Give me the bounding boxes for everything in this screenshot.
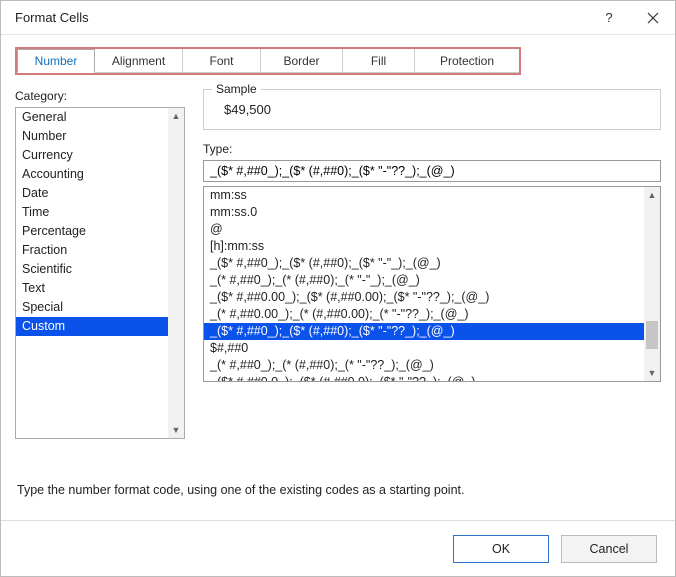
type-item[interactable]: _(* #,##0.00_);_(* (#,##0.00);_(* "-"??_… bbox=[204, 306, 644, 323]
scroll-down-icon[interactable]: ▼ bbox=[168, 422, 184, 438]
category-panel: Category: General Number Currency Accoun… bbox=[15, 89, 185, 439]
tab-alignment[interactable]: Alignment bbox=[95, 49, 183, 73]
type-listbox[interactable]: mm:ss mm:ss.0 @ [h]:mm:ss _($* #,##0_);_… bbox=[203, 186, 661, 382]
sample-label: Sample bbox=[212, 82, 261, 96]
scroll-track[interactable] bbox=[168, 124, 184, 422]
dialog-footer: OK Cancel bbox=[1, 520, 675, 576]
type-item[interactable]: @ bbox=[204, 221, 644, 238]
type-item[interactable]: [h]:mm:ss bbox=[204, 238, 644, 255]
right-panel: Sample $49,500 Type: mm:ss mm:ss.0 @ [h]… bbox=[203, 89, 661, 439]
category-listbox[interactable]: General Number Currency Accounting Date … bbox=[15, 107, 185, 439]
sample-group: Sample $49,500 bbox=[203, 89, 661, 130]
scroll-up-icon[interactable]: ▲ bbox=[644, 187, 660, 203]
body-area: Category: General Number Currency Accoun… bbox=[15, 89, 661, 439]
type-item[interactable]: _($* #,##0.0_);_($* (#,##0.0);_($* "-"??… bbox=[204, 374, 644, 381]
titlebar: Format Cells ? bbox=[1, 1, 675, 35]
type-input[interactable] bbox=[203, 160, 661, 182]
type-item[interactable]: _(* #,##0_);_(* (#,##0);_(* "-"_);_(@_) bbox=[204, 272, 644, 289]
tab-number[interactable]: Number bbox=[17, 49, 95, 73]
category-item[interactable]: Special bbox=[16, 298, 168, 317]
category-item[interactable]: Custom bbox=[16, 317, 168, 336]
category-item[interactable]: Text bbox=[16, 279, 168, 298]
type-item[interactable]: _(* #,##0_);_(* (#,##0);_(* "-"??_);_(@_… bbox=[204, 357, 644, 374]
ok-button[interactable]: OK bbox=[453, 535, 549, 563]
type-item[interactable]: _($* #,##0_);_($* (#,##0);_($* "-"??_);_… bbox=[204, 323, 644, 340]
type-item[interactable]: mm:ss bbox=[204, 187, 644, 204]
type-item[interactable]: $#,##0 bbox=[204, 340, 644, 357]
category-item[interactable]: Number bbox=[16, 127, 168, 146]
tab-font[interactable]: Font bbox=[183, 49, 261, 73]
tab-strip: Number Alignment Font Border Fill Protec… bbox=[15, 47, 521, 75]
category-item[interactable]: Time bbox=[16, 203, 168, 222]
tab-fill[interactable]: Fill bbox=[343, 49, 415, 73]
type-scrollbar[interactable]: ▲ ▼ bbox=[644, 187, 660, 381]
category-item[interactable]: General bbox=[16, 108, 168, 127]
category-item[interactable]: Currency bbox=[16, 146, 168, 165]
category-item[interactable]: Date bbox=[16, 184, 168, 203]
category-scrollbar[interactable]: ▲ ▼ bbox=[168, 108, 184, 438]
type-item[interactable]: mm:ss.0 bbox=[204, 204, 644, 221]
window-title: Format Cells bbox=[15, 10, 587, 25]
help-button[interactable]: ? bbox=[587, 1, 631, 35]
tab-protection[interactable]: Protection bbox=[415, 49, 519, 73]
category-item[interactable]: Accounting bbox=[16, 165, 168, 184]
category-item[interactable]: Percentage bbox=[16, 222, 168, 241]
tab-border[interactable]: Border bbox=[261, 49, 343, 73]
type-item[interactable]: _($* #,##0_);_($* (#,##0);_($* "-"_);_(@… bbox=[204, 255, 644, 272]
scroll-thumb[interactable] bbox=[646, 321, 658, 349]
category-label: Category: bbox=[15, 89, 185, 103]
scroll-down-icon[interactable]: ▼ bbox=[644, 365, 660, 381]
cancel-button[interactable]: Cancel bbox=[561, 535, 657, 563]
close-icon bbox=[647, 12, 659, 24]
scroll-up-icon[interactable]: ▲ bbox=[168, 108, 184, 124]
dialog-content: Number Alignment Font Border Fill Protec… bbox=[1, 35, 675, 520]
category-item[interactable]: Scientific bbox=[16, 260, 168, 279]
scroll-track[interactable] bbox=[644, 203, 660, 365]
hint-text: Type the number format code, using one o… bbox=[15, 483, 661, 497]
format-cells-dialog: Format Cells ? Number Alignment Font Bor… bbox=[0, 0, 676, 577]
type-label: Type: bbox=[203, 142, 661, 156]
close-button[interactable] bbox=[631, 1, 675, 35]
type-item[interactable]: _($* #,##0.00_);_($* (#,##0.00);_($* "-"… bbox=[204, 289, 644, 306]
sample-value: $49,500 bbox=[214, 94, 650, 117]
category-item[interactable]: Fraction bbox=[16, 241, 168, 260]
